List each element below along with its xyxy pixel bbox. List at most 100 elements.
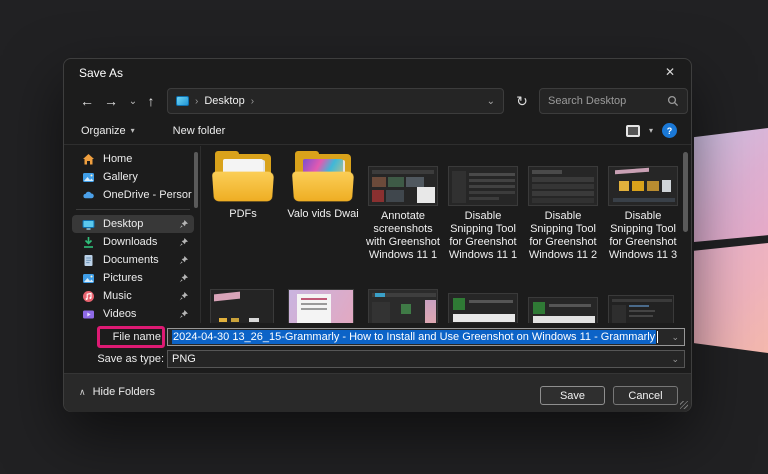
- thumb-decor: [301, 303, 327, 305]
- folder-icon: [213, 154, 273, 204]
- dialog-title: Save As: [79, 66, 123, 80]
- sidebar-item-label: Downloads: [103, 236, 157, 248]
- thumb-decor: [619, 181, 629, 191]
- forward-button[interactable]: →: [100, 89, 122, 113]
- cancel-button[interactable]: Cancel: [613, 386, 678, 405]
- videos-icon: [82, 308, 95, 321]
- thumb-decor: [469, 197, 499, 200]
- wallpaper-windows-logo-pane-bottom: [694, 243, 768, 353]
- thumb-decor: [453, 298, 465, 310]
- back-button[interactable]: ←: [76, 89, 98, 113]
- partial-thumbnail[interactable]: [288, 289, 354, 323]
- file-list-scrollbar[interactable]: [683, 152, 688, 232]
- file-name: Disable Snipping Tool for Greenshot Wind…: [444, 210, 522, 262]
- thumb-decor: [469, 300, 513, 303]
- file-item-disable-snipping-1[interactable]: Disable Snipping Tool for Greenshot Wind…: [444, 146, 522, 262]
- thumb-decor: [417, 187, 435, 203]
- save-as-dialog: Save As ✕ ← → ⌄ ↑ › Desktop › ⌄ ↻ Search…: [63, 58, 692, 412]
- command-toolbar: Organize ▾ New folder ▾ ?: [64, 117, 691, 145]
- new-folder-button[interactable]: New folder: [165, 121, 234, 141]
- help-icon[interactable]: ?: [662, 123, 677, 138]
- thumb-decor: [533, 316, 595, 323]
- sidebar-item-videos[interactable]: Videos: [72, 305, 194, 323]
- save-button[interactable]: Save: [540, 386, 605, 405]
- thumb-decor: [469, 185, 515, 188]
- sidebar-scrollbar[interactable]: [194, 152, 198, 208]
- sidebar-item-gallery[interactable]: Gallery: [72, 168, 194, 186]
- up-button[interactable]: ↑: [140, 89, 162, 113]
- sidebar-item-label: Desktop: [103, 218, 143, 230]
- file-name-dropdown-icon[interactable]: ⌄: [671, 332, 679, 343]
- thumb-decor: [532, 191, 594, 196]
- thumb-decor: [629, 305, 649, 307]
- music-icon: [82, 290, 95, 303]
- save-as-type-select[interactable]: PNG ⌄: [167, 350, 685, 368]
- sidebar-item-desktop[interactable]: Desktop: [72, 215, 194, 233]
- navigation-bar: ← → ⌄ ↑ › Desktop › ⌄ ↻ Search Desktop: [64, 85, 691, 117]
- thumb-decor: [632, 181, 644, 191]
- screenshot-thumbnail: [528, 166, 598, 206]
- sidebar-item-label: Gallery: [103, 171, 138, 183]
- thumb-decor: [469, 179, 515, 182]
- sidebar-item-music[interactable]: Music: [72, 287, 194, 305]
- sidebar-item-documents[interactable]: Documents: [72, 251, 194, 269]
- wallpaper-windows-logo-pane-top: [694, 128, 768, 242]
- thumb-decor: [386, 190, 404, 202]
- folder-front: [212, 172, 274, 202]
- partial-thumbnail[interactable]: [210, 289, 274, 323]
- file-name-input[interactable]: 2024-04-30 13_26_15-Grammarly - How to I…: [167, 328, 685, 346]
- sidebar-item-downloads[interactable]: Downloads: [72, 233, 194, 251]
- sidebar-item-home[interactable]: Home: [72, 150, 194, 168]
- file-item-annotate-screenshot[interactable]: Annotate screenshots with Greenshot Wind…: [364, 146, 442, 262]
- organize-menu-button[interactable]: Organize ▾: [73, 121, 143, 141]
- file-item-valo-vids[interactable]: Valo vids Dwai: [284, 146, 362, 221]
- file-item-pdfs[interactable]: PDFs: [204, 146, 282, 221]
- pin-icon: [179, 274, 188, 283]
- sidebar-item-pictures[interactable]: Pictures: [72, 269, 194, 287]
- document-icon: [82, 254, 95, 267]
- address-bar[interactable]: › Desktop › ⌄: [167, 88, 504, 114]
- downloads-arrow-icon: [82, 236, 95, 249]
- partial-thumbnail[interactable]: [608, 295, 674, 323]
- view-mode-icon[interactable]: [626, 125, 640, 137]
- file-name-value: 2024-04-30 13_26_15-Grammarly - How to I…: [172, 330, 656, 344]
- hide-folders-button[interactable]: ∧ Hide Folders: [79, 386, 155, 398]
- partial-thumbnail[interactable]: [368, 289, 438, 323]
- desktop-backdrop: { "window": { "title": "Save As" }, "ico…: [0, 0, 768, 474]
- annotation-highlight-box: [97, 326, 165, 348]
- partial-thumbnail[interactable]: [528, 297, 598, 323]
- folder-front: [292, 172, 354, 202]
- file-item-disable-snipping-2[interactable]: Disable Snipping Tool for Greenshot Wind…: [524, 146, 602, 262]
- thumb-decor: [549, 304, 591, 307]
- address-dropdown-icon[interactable]: ⌄: [487, 96, 495, 107]
- sidebar-item-label: Pictures: [103, 272, 143, 284]
- search-placeholder: Search Desktop: [548, 95, 626, 107]
- partial-thumbnail[interactable]: [448, 293, 518, 323]
- save-as-type-value: PNG: [172, 353, 196, 365]
- view-mode-dropdown-icon[interactable]: ▾: [649, 126, 653, 135]
- collapse-chevron-icon: ∧: [79, 387, 86, 398]
- save-as-type-dropdown-icon[interactable]: ⌄: [671, 354, 679, 365]
- thumb-decor: [301, 298, 327, 300]
- thumb-decor: [425, 300, 436, 323]
- file-list: PDFs Valo vids Dwai: [202, 146, 691, 323]
- search-input[interactable]: Search Desktop: [539, 88, 688, 114]
- save-label: Save: [560, 390, 585, 402]
- thumb-decor: [249, 318, 259, 322]
- save-as-type-label: Save as type:: [92, 353, 164, 365]
- thumb-decor: [401, 304, 411, 314]
- desktop-monitor-icon: [82, 218, 95, 231]
- thumb-decor: [469, 191, 515, 194]
- sidebar-divider: [76, 209, 190, 210]
- help-glyph: ?: [667, 126, 673, 136]
- new-folder-label: New folder: [173, 125, 226, 137]
- close-button[interactable]: ✕: [655, 61, 685, 83]
- text-caret: [657, 331, 658, 343]
- breadcrumb-location[interactable]: Desktop: [204, 95, 244, 107]
- resize-grip[interactable]: [680, 401, 688, 409]
- sidebar-item-onedrive[interactable]: OneDrive - Persor: [72, 186, 194, 204]
- refresh-button[interactable]: ↻: [508, 88, 536, 114]
- title-bar: Save As ✕: [64, 59, 691, 85]
- screenshot-thumbnail: [448, 166, 518, 206]
- file-item-disable-snipping-3[interactable]: Disable Snipping Tool for Greenshot Wind…: [604, 146, 682, 262]
